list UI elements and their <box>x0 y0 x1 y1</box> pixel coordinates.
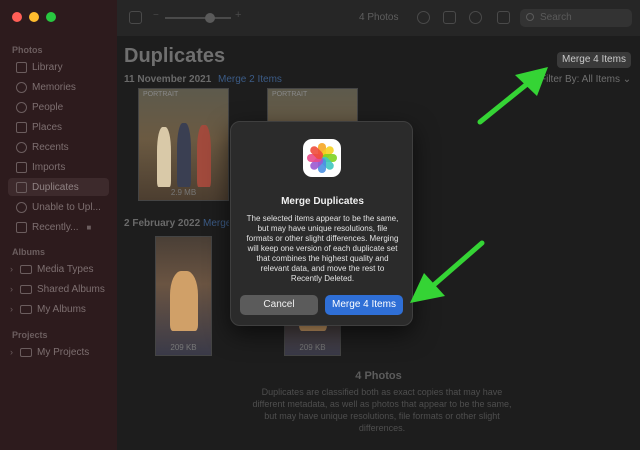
sidebar-item-my-projects[interactable]: › My Projects <box>8 343 109 361</box>
sidebar: Photos Library Memories People Places Re… <box>0 0 117 450</box>
chevron-right-icon[interactable]: › <box>10 284 13 294</box>
merge-group-link[interactable]: Merge 2 Items <box>203 218 229 229</box>
group-date: 11 November 2021 <box>124 74 212 85</box>
favorite-icon[interactable] <box>469 11 482 24</box>
sidebar-item-places[interactable]: Places <box>8 118 109 136</box>
chevron-right-icon[interactable]: › <box>10 304 13 314</box>
zoom-in-icon[interactable]: + <box>235 9 241 21</box>
close-window-button[interactable] <box>12 12 22 22</box>
sidebar-item-label: Library <box>32 61 63 73</box>
page-title: Duplicates <box>124 45 226 67</box>
person-figure <box>157 127 171 187</box>
sidebar-item-label: Memories <box>32 81 76 93</box>
window-controls <box>12 12 56 22</box>
merge-all-button[interactable]: Merge 4 Items <box>557 52 631 68</box>
info-icon[interactable] <box>417 11 430 24</box>
merge-items-button[interactable]: Merge 4 Items <box>325 295 403 315</box>
sidebar-item-unable-to-upload[interactable]: Unable to Upl... <box>8 198 109 216</box>
cancel-button[interactable]: Cancel <box>240 295 318 315</box>
photo-count: 4 Photos <box>359 12 399 23</box>
search-input[interactable]: Search <box>520 9 632 27</box>
minimize-window-button[interactable] <box>29 12 39 22</box>
portrait-badge: PORTRAIT <box>143 91 179 98</box>
sidebar-item-label: Recently... <box>32 221 79 233</box>
library-icon <box>16 61 27 73</box>
share-icon[interactable] <box>443 11 456 24</box>
search-icon <box>526 13 534 21</box>
merge-group-link[interactable]: Merge 2 Items <box>218 74 282 85</box>
sidebar-item-recently-deleted[interactable]: Recently... ■ <box>8 218 109 236</box>
filter-dropdown[interactable]: Filter By: All Items ⌄ <box>540 74 631 85</box>
sidebar-item-label: Recents <box>32 141 69 153</box>
sidebar-item-label: Duplicates <box>32 181 79 193</box>
places-icon <box>16 121 27 133</box>
sidebar-section-photos: Photos <box>12 45 43 55</box>
lock-icon: ■ <box>86 222 92 232</box>
sidebar-item-label: Places <box>32 121 63 133</box>
people-icon <box>16 101 27 113</box>
filter-label: Filter By: All Items <box>540 74 621 85</box>
file-size: 2.9 MB <box>170 188 197 197</box>
chevron-down-icon: ⌄ <box>622 74 632 85</box>
sidebar-item-label: Shared Albums <box>37 283 105 295</box>
unable-upload-icon <box>16 201 27 213</box>
sidebar-item-label: People <box>32 101 64 113</box>
sidebar-item-recents[interactable]: Recents <box>8 138 109 156</box>
file-size: 209 KB <box>170 343 197 352</box>
zoom-slider[interactable] <box>165 13 231 23</box>
photos-app-icon <box>303 139 341 177</box>
sidebar-item-label: My Projects <box>37 346 90 358</box>
sidebar-item-label: My Albums <box>37 303 86 315</box>
footer-photo-count: 4 Photos <box>355 370 402 382</box>
search-placeholder: Search <box>540 12 572 23</box>
sidebar-item-imports[interactable]: Imports <box>8 158 109 176</box>
rotate-icon[interactable] <box>129 11 142 24</box>
folder-icon <box>20 304 32 314</box>
sidebar-item-memories[interactable]: Memories <box>8 78 109 96</box>
portrait-badge: PORTRAIT <box>272 91 308 98</box>
folder-icon <box>20 347 32 357</box>
photo-thumbnail[interactable]: 209 KB <box>155 236 212 356</box>
sidebar-item-shared-albums[interactable]: › Shared Albums <box>8 280 109 298</box>
photo-thumbnail[interactable]: PORTRAIT 2.9 MB <box>138 88 229 201</box>
person-figure <box>177 123 191 187</box>
sidebar-section-albums: Albums <box>12 247 46 257</box>
file-size: 209 KB <box>299 343 326 352</box>
memories-icon <box>16 81 27 93</box>
person-figure <box>197 125 211 187</box>
zoom-out-icon[interactable]: − <box>153 10 159 21</box>
recents-icon <box>16 141 27 153</box>
sidebar-item-label: Unable to Upl... <box>32 201 101 213</box>
merge-duplicates-dialog: Merge Duplicates The selected items appe… <box>230 121 413 326</box>
sidebar-item-label: Imports <box>32 161 66 173</box>
sidebar-section-projects: Projects <box>12 330 48 340</box>
zoom-window-button[interactable] <box>46 12 56 22</box>
duplicates-icon <box>16 181 27 193</box>
folder-icon <box>20 264 32 274</box>
footer-description: Duplicates are classified both as exact … <box>252 387 512 433</box>
dialog-title: Merge Duplicates <box>281 196 364 207</box>
dialog-message: The selected items appear to be the same… <box>246 214 399 283</box>
sidebar-item-media-types[interactable]: › Media Types <box>8 260 109 278</box>
imports-icon <box>16 161 27 173</box>
rotate-icon[interactable] <box>497 11 510 24</box>
sidebar-item-library[interactable]: Library <box>8 58 109 76</box>
chevron-right-icon[interactable]: › <box>10 264 13 274</box>
zoom-slider-knob[interactable] <box>205 13 215 23</box>
sidebar-item-my-albums[interactable]: › My Albums <box>8 300 109 318</box>
folder-icon <box>20 284 32 294</box>
group-date: 2 February 2022 <box>124 218 201 229</box>
recently-deleted-icon <box>16 221 27 233</box>
sidebar-item-label: Media Types <box>37 263 94 275</box>
child-figure <box>170 271 198 331</box>
sidebar-item-duplicates[interactable]: Duplicates <box>8 178 109 196</box>
sidebar-item-people[interactable]: People <box>8 98 109 116</box>
toolbar: − + 4 Photos Search <box>117 0 640 36</box>
chevron-right-icon[interactable]: › <box>10 347 13 357</box>
